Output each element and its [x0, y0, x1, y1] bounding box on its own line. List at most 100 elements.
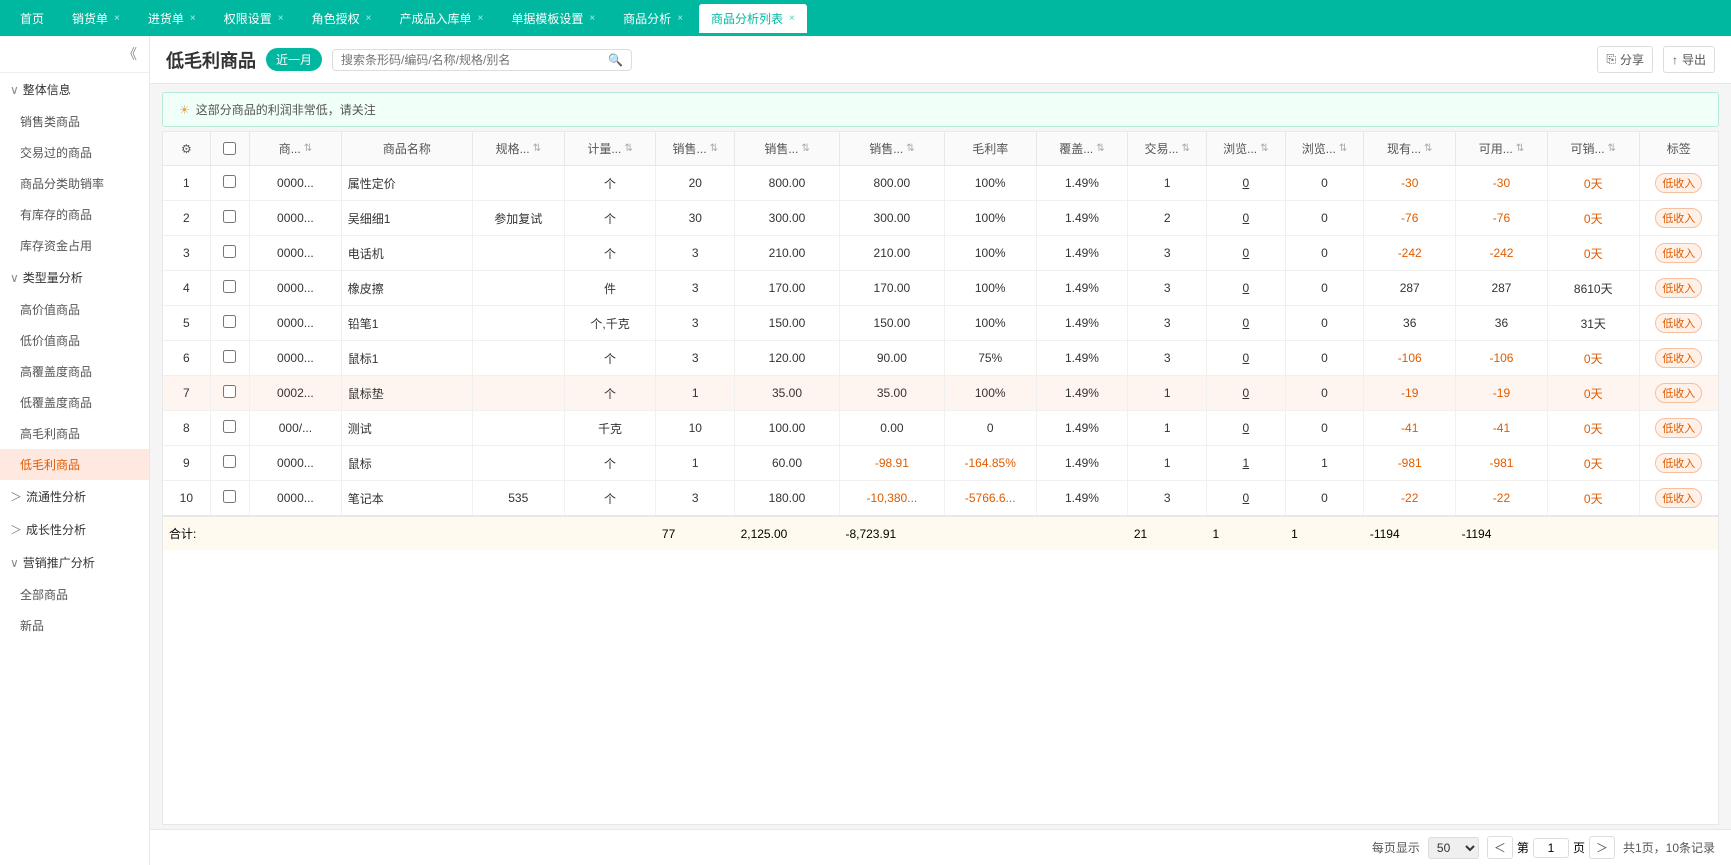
sidebar-item-traded-goods[interactable]: 交易过的商品	[0, 137, 149, 168]
cell-views1[interactable]: 0	[1207, 271, 1286, 306]
sidebar-item-new-goods[interactable]: 新品	[0, 610, 149, 641]
page-size-select[interactable]: 50 100 200	[1428, 837, 1479, 859]
col-available[interactable]: 可用...⇅	[1456, 132, 1548, 166]
cell-spec	[472, 236, 564, 271]
nav-item-role-auth[interactable]: 角色授权 ×	[300, 4, 384, 33]
next-page-button[interactable]: ＞	[1589, 836, 1615, 859]
search-icon[interactable]: 🔍	[608, 53, 623, 67]
col-current-stock[interactable]: 现有...⇅	[1364, 132, 1456, 166]
nav-item-permissions[interactable]: 权限设置 ×	[212, 4, 296, 33]
sidebar-item-in-stock-goods[interactable]: 有库存的商品	[0, 199, 149, 230]
col-settings[interactable]: ⚙	[163, 132, 210, 166]
nav-item-template-settings[interactable]: 单据模板设置 ×	[499, 4, 607, 33]
nav-item-product-analysis-list[interactable]: 商品分析列表 ×	[699, 4, 807, 33]
cell-views1[interactable]: 0	[1207, 376, 1286, 411]
col-sales-profit[interactable]: 销售...⇅	[839, 132, 944, 166]
col-coverage[interactable]: 覆盖...⇅	[1036, 132, 1128, 166]
cell-sales-qty: 1	[656, 376, 735, 411]
col-gross-margin[interactable]: 毛利率	[944, 132, 1036, 166]
cell-views1[interactable]: 0	[1207, 201, 1286, 236]
prev-page-button[interactable]: ＜	[1487, 836, 1513, 859]
cell-views1[interactable]: 0	[1207, 166, 1286, 201]
sidebar-item-low-value[interactable]: 低价值商品	[0, 325, 149, 356]
nav-item-product-inbound[interactable]: 产成品入库单 ×	[387, 4, 495, 33]
data-table: ⚙ 商...⇅ 商品名称 规格...⇅	[163, 132, 1718, 550]
sidebar-group-growth-analysis[interactable]: ＞ 成长性分析	[0, 513, 149, 546]
sidebar-item-inventory-capital[interactable]: 库存资金占用	[0, 230, 149, 261]
sidebar-group-marketing-analysis[interactable]: ∨ 营销推广分析	[0, 546, 149, 579]
table-container[interactable]: ⚙ 商...⇅ 商品名称 规格...⇅	[162, 131, 1719, 825]
cell-views1[interactable]: 0	[1207, 481, 1286, 517]
close-icon[interactable]: ×	[589, 13, 595, 24]
sidebar-item-sales-goods[interactable]: 销售类商品	[0, 106, 149, 137]
col-unit[interactable]: 计量...⇅	[564, 132, 656, 166]
cell-available: -242	[1456, 236, 1548, 271]
row-checkbox[interactable]	[223, 455, 236, 468]
col-tag[interactable]: 标签	[1639, 132, 1718, 166]
close-icon[interactable]: ×	[278, 13, 284, 24]
col-views1[interactable]: 浏览...⇅	[1207, 132, 1286, 166]
sidebar-group-type-analysis[interactable]: ∨ 类型量分析	[0, 261, 149, 294]
date-filter-button[interactable]: 近一月	[266, 48, 322, 71]
sidebar-item-low-coverage[interactable]: 低覆盖度商品	[0, 387, 149, 418]
cell-views1[interactable]: 1	[1207, 446, 1286, 481]
col-saleable[interactable]: 可销...⇅	[1547, 132, 1639, 166]
sidebar-item-high-value[interactable]: 高价值商品	[0, 294, 149, 325]
close-icon[interactable]: ×	[190, 13, 196, 24]
nav-item-home[interactable]: 首页	[8, 4, 56, 33]
sidebar-item-high-margin[interactable]: 高毛利商品	[0, 418, 149, 449]
sidebar-group-overall[interactable]: ∨ 整体信息	[0, 73, 149, 106]
row-checkbox[interactable]	[223, 280, 236, 293]
col-views2[interactable]: 浏览...⇅	[1285, 132, 1364, 166]
col-code[interactable]: 商...⇅	[250, 132, 342, 166]
cell-transactions: 1	[1128, 376, 1207, 411]
close-icon[interactable]: ×	[366, 13, 372, 24]
close-icon[interactable]: ×	[789, 13, 795, 24]
col-transactions[interactable]: 交易...⇅	[1128, 132, 1207, 166]
cell-name: 鼠标垫	[341, 376, 472, 411]
totals-row: 合计: 77 2,125.00 -8,723.91 21 1 1 -1194	[163, 516, 1718, 550]
cell-views2: 0	[1285, 201, 1364, 236]
row-checkbox[interactable]	[223, 420, 236, 433]
row-checkbox[interactable]	[223, 490, 236, 503]
close-icon[interactable]: ×	[477, 13, 483, 24]
close-icon[interactable]: ×	[114, 13, 120, 24]
sidebar-item-all-goods[interactable]: 全部商品	[0, 579, 149, 610]
sidebar-collapse-button[interactable]: 《	[119, 40, 141, 68]
sidebar-item-category-sales-rate[interactable]: 商品分类助销率	[0, 168, 149, 199]
cell-unit: 件	[564, 271, 656, 306]
cell-views1[interactable]: 0	[1207, 411, 1286, 446]
row-checkbox[interactable]	[223, 175, 236, 188]
col-spec[interactable]: 规格...⇅	[472, 132, 564, 166]
cell-views1[interactable]: 0	[1207, 341, 1286, 376]
col-name[interactable]: 商品名称	[341, 132, 472, 166]
cell-unit: 个	[564, 446, 656, 481]
col-sales-price[interactable]: 销售...⇅	[735, 132, 840, 166]
nav-item-purchase[interactable]: 进货单 ×	[136, 4, 208, 33]
row-checkbox[interactable]	[223, 350, 236, 363]
share-button[interactable]: ⎘ 分享	[1597, 46, 1653, 73]
nav-item-sales[interactable]: 销货单 ×	[60, 4, 132, 33]
select-all-checkbox[interactable]	[223, 142, 236, 155]
sidebar-item-low-margin[interactable]: 低毛利商品	[0, 449, 149, 480]
page-number-input[interactable]	[1533, 838, 1569, 858]
export-button[interactable]: ↑ 导出	[1663, 46, 1715, 73]
search-input[interactable]	[341, 53, 608, 67]
col-sales-qty[interactable]: 销售...⇅	[656, 132, 735, 166]
sidebar-group-flow-analysis[interactable]: ＞ 流通性分析	[0, 480, 149, 513]
nav-item-product-analysis[interactable]: 商品分析 ×	[611, 4, 695, 33]
table-row: 3 0000... 电话机 个 3 210.00 210.00 100% 1.4…	[163, 236, 1718, 271]
cell-views1[interactable]: 0	[1207, 236, 1286, 271]
row-checkbox[interactable]	[223, 245, 236, 258]
cell-sales-qty: 3	[656, 481, 735, 517]
row-checkbox[interactable]	[223, 210, 236, 223]
col-checkbox[interactable]	[210, 132, 249, 166]
sort-icon: ⇅	[304, 143, 312, 154]
cell-sales-price: 180.00	[735, 481, 840, 517]
close-icon[interactable]: ×	[677, 13, 683, 24]
cell-views1[interactable]: 0	[1207, 306, 1286, 341]
row-checkbox[interactable]	[223, 315, 236, 328]
cell-sales-profit: 0.00	[839, 411, 944, 446]
sidebar-item-high-coverage[interactable]: 高覆盖度商品	[0, 356, 149, 387]
row-checkbox[interactable]	[223, 385, 236, 398]
